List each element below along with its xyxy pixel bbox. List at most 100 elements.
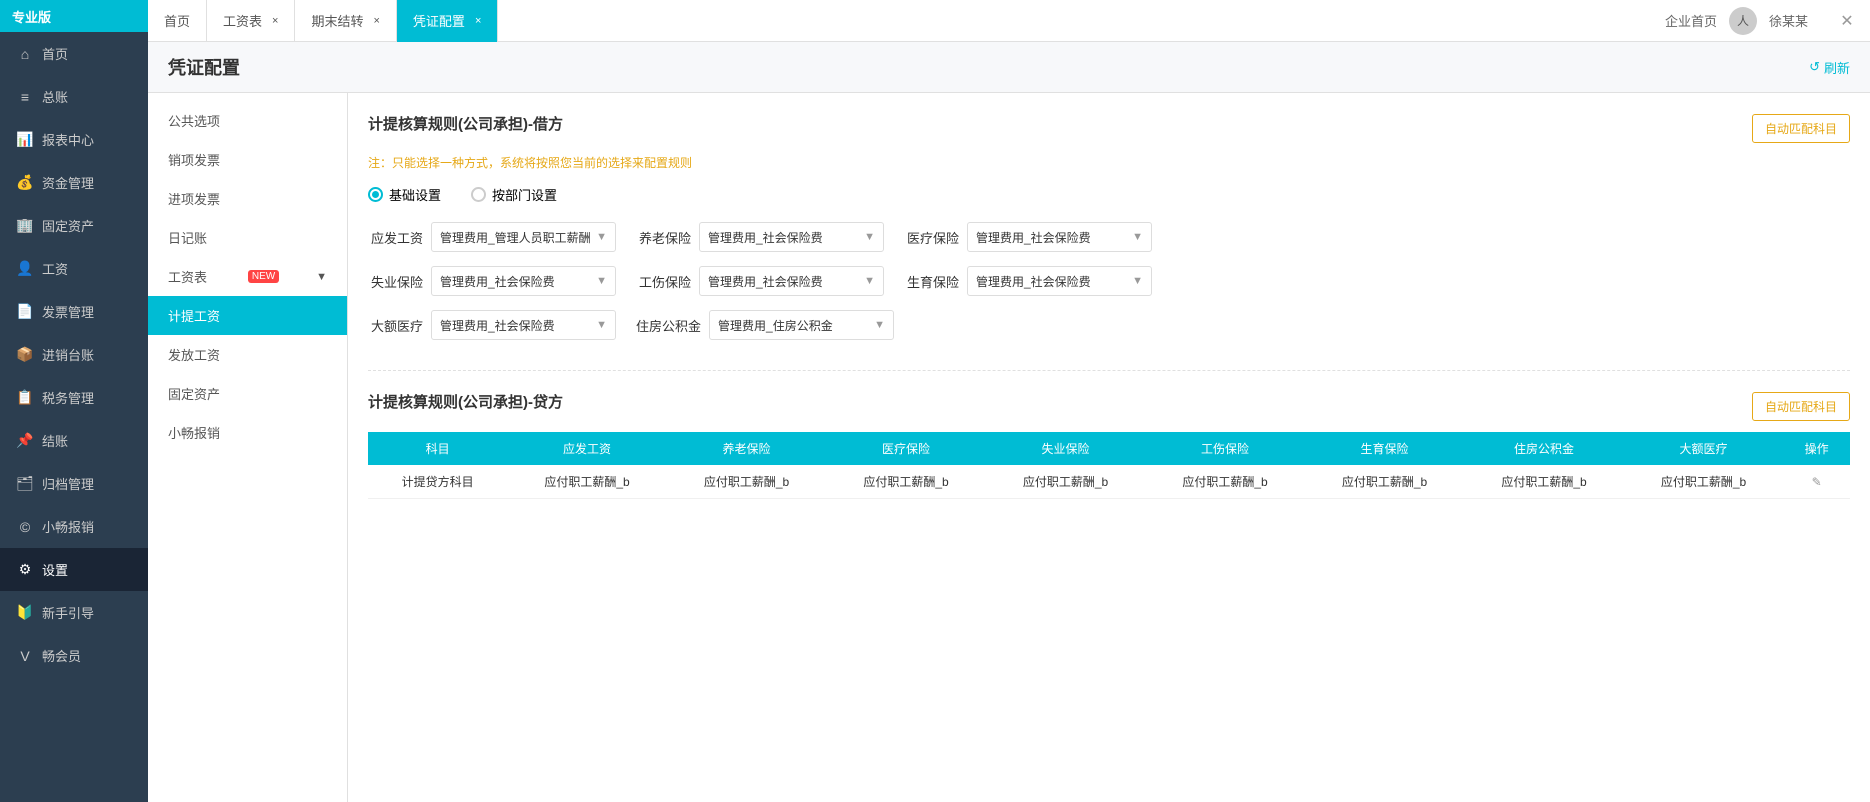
page-close-button[interactable]: ✕	[1832, 6, 1862, 36]
tab-salary-label: 工资表	[223, 11, 262, 30]
tab-salary-close-icon[interactable]: ×	[272, 15, 278, 27]
sidebar-item-salary[interactable]: 👤 工资	[0, 247, 148, 290]
credit-auto-match-button[interactable]: 自动匹配科目	[1752, 392, 1850, 421]
credit-section-title: 计提核算规则(公司承担)-贷方	[368, 391, 563, 412]
medical-label: 医疗保险	[904, 228, 959, 247]
enterprise-home-link[interactable]: 企业首页	[1665, 11, 1717, 30]
left-nav-journal[interactable]: 日记账	[148, 218, 347, 257]
edit-icon[interactable]: ✎	[1812, 475, 1822, 489]
refresh-icon: ↺	[1809, 59, 1820, 75]
td-salary-val: 应付职工薪酬_b	[507, 465, 667, 499]
sidebar-item-archive-label: 归档管理	[42, 474, 94, 493]
sidebar-item-invoices[interactable]: 📄 发票管理	[0, 290, 148, 333]
sidebar-item-xiaochang[interactable]: © 小畅报销	[0, 505, 148, 548]
td-unemployment-val: 应付职工薪酬_b	[986, 465, 1146, 499]
salary-select[interactable]: 管理费用_管理人员职工薪酬 ▼	[431, 222, 616, 252]
left-nav-red-invoice[interactable]: 销项发票	[148, 140, 347, 179]
left-nav-fixed-assets[interactable]: 固定资产	[148, 374, 347, 413]
sidebar-item-member[interactable]: V 畅会员	[0, 634, 148, 677]
left-nav-red-invoice-label: 销项发票	[168, 150, 220, 169]
new-badge: NEW	[248, 270, 279, 283]
sidebar-item-purchase[interactable]: 📦 进销台账	[0, 333, 148, 376]
sidebar-item-funds[interactable]: 💰 资金管理	[0, 161, 148, 204]
td-edit-op[interactable]: ✎	[1783, 465, 1850, 499]
sidebar-item-settings[interactable]: ⚙ 设置	[0, 548, 148, 591]
left-nav-public[interactable]: 公共选项	[148, 101, 347, 140]
sidebar-item-salary-label: 工资	[42, 259, 68, 278]
left-nav-pay-salary[interactable]: 发放工资	[148, 335, 347, 374]
tab-period-close-icon[interactable]: ×	[373, 15, 379, 27]
radio-basic[interactable]: 基础设置	[368, 185, 441, 204]
topbar-right: 企业首页 人 徐某某	[1665, 7, 1824, 35]
th-major-medical: 大额医疗	[1624, 432, 1784, 465]
housing-fund-select-value: 管理费用_住房公积金	[718, 317, 833, 334]
td-medical-val: 应付职工薪酬_b	[826, 465, 986, 499]
sidebar-item-closing[interactable]: 📌 结账	[0, 419, 148, 462]
left-nav: 公共选项 销项发票 进项发票 日记账 工资表 NEW ▼ 计提工资 发放工资	[148, 93, 348, 802]
medical-select[interactable]: 管理费用_社会保险费 ▼	[967, 222, 1152, 252]
left-nav-public-label: 公共选项	[168, 111, 220, 130]
sidebar-item-member-label: 畅会员	[42, 646, 81, 665]
tab-period-label: 期末结转	[311, 11, 363, 30]
refresh-button[interactable]: ↺ 刷新	[1809, 58, 1850, 77]
radio-basic-circle	[368, 187, 383, 202]
guide-icon: 🔰	[16, 604, 34, 621]
topbar: 首页 工资表 × 期末结转 × 凭证配置 × 企业首页 人 徐某某 ✕	[148, 0, 1870, 42]
major-medical-select[interactable]: 管理费用_社会保险费 ▼	[431, 310, 616, 340]
left-nav-xiaochang-expense-label: 小畅报销	[168, 423, 220, 442]
field-maternity: 生育保险 管理费用_社会保险费 ▼	[904, 266, 1152, 296]
debit-section-header: 计提核算规则(公司承担)-借方 自动匹配科目	[368, 113, 1850, 144]
unemployment-select-value: 管理费用_社会保险费	[440, 273, 555, 290]
tab-voucher-label: 凭证配置	[413, 11, 465, 30]
major-medical-select-value: 管理费用_社会保险费	[440, 317, 555, 334]
sidebar-item-tax[interactable]: 📋 税务管理	[0, 376, 148, 419]
sidebar-item-guide[interactable]: 🔰 新手引导	[0, 591, 148, 634]
tab-home[interactable]: 首页	[148, 0, 207, 42]
unemployment-select[interactable]: 管理费用_社会保险费 ▼	[431, 266, 616, 296]
sidebar-item-home-label: 首页	[42, 44, 68, 63]
th-pension: 养老保险	[667, 432, 827, 465]
td-subject: 计提贷方科目	[368, 465, 507, 499]
sidebar-item-reports[interactable]: 📊 报表中心	[0, 118, 148, 161]
sidebar-item-home[interactable]: ⌂ 首页	[0, 32, 148, 75]
field-salary: 应发工资 管理费用_管理人员职工薪酬 ▼	[368, 222, 616, 252]
left-nav-journal-label: 日记账	[168, 228, 207, 247]
debit-form-row-3: 大额医疗 管理费用_社会保险费 ▼ 住房公积金 管理费用_住房公积金 ▼	[368, 310, 1850, 340]
closing-icon: 📌	[16, 432, 34, 449]
right-content: 计提核算规则(公司承担)-借方 自动匹配科目 注：只能选择一种方式，系统将按照您…	[348, 93, 1870, 802]
field-work-injury: 工伤保险 管理费用_社会保险费 ▼	[636, 266, 884, 296]
sidebar-item-assets[interactable]: 🏢 固定资产	[0, 204, 148, 247]
page-title: 凭证配置	[168, 54, 240, 80]
tab-voucher-config[interactable]: 凭证配置 ×	[397, 0, 498, 42]
th-operation: 操作	[1783, 432, 1850, 465]
assets-icon: 🏢	[16, 217, 34, 234]
sidebar-item-ledger[interactable]: ≡ 总账	[0, 75, 148, 118]
maternity-select[interactable]: 管理费用_社会保险费 ▼	[967, 266, 1152, 296]
purchase-icon: 📦	[16, 346, 34, 363]
unemployment-label: 失业保险	[368, 272, 423, 291]
pension-label: 养老保险	[636, 228, 691, 247]
td-maternity-val: 应付职工薪酬_b	[1305, 465, 1465, 499]
debit-auto-match-button[interactable]: 自动匹配科目	[1752, 114, 1850, 143]
username: 徐某某	[1769, 11, 1808, 30]
th-work-injury: 工伤保险	[1145, 432, 1305, 465]
tab-salary-table[interactable]: 工资表 ×	[207, 0, 295, 42]
tab-voucher-close-icon[interactable]: ×	[475, 15, 481, 27]
work-injury-select-value: 管理费用_社会保险费	[708, 273, 823, 290]
left-nav-input-invoice[interactable]: 进项发票	[148, 179, 347, 218]
member-icon: V	[16, 648, 34, 664]
tab-period-close[interactable]: 期末结转 ×	[295, 0, 396, 42]
field-unemployment: 失业保险 管理费用_社会保险费 ▼	[368, 266, 616, 296]
work-injury-select[interactable]: 管理费用_社会保险费 ▼	[699, 266, 884, 296]
housing-fund-select[interactable]: 管理费用_住房公积金 ▼	[709, 310, 894, 340]
sidebar-item-settings-label: 设置	[42, 560, 68, 579]
sidebar-item-purchase-label: 进销台账	[42, 345, 94, 364]
sidebar-item-archive[interactable]: 🗂 归档管理	[0, 462, 148, 505]
work-injury-label: 工伤保险	[636, 272, 691, 291]
left-nav-calculate-salary[interactable]: 计提工资	[148, 296, 347, 335]
left-nav-xiaochang-expense[interactable]: 小畅报销	[148, 413, 347, 452]
major-medical-label: 大额医疗	[368, 316, 423, 335]
pension-select[interactable]: 管理费用_社会保险费 ▼	[699, 222, 884, 252]
radio-dept[interactable]: 按部门设置	[471, 185, 557, 204]
left-nav-salary-table[interactable]: 工资表 NEW ▼	[148, 257, 347, 296]
